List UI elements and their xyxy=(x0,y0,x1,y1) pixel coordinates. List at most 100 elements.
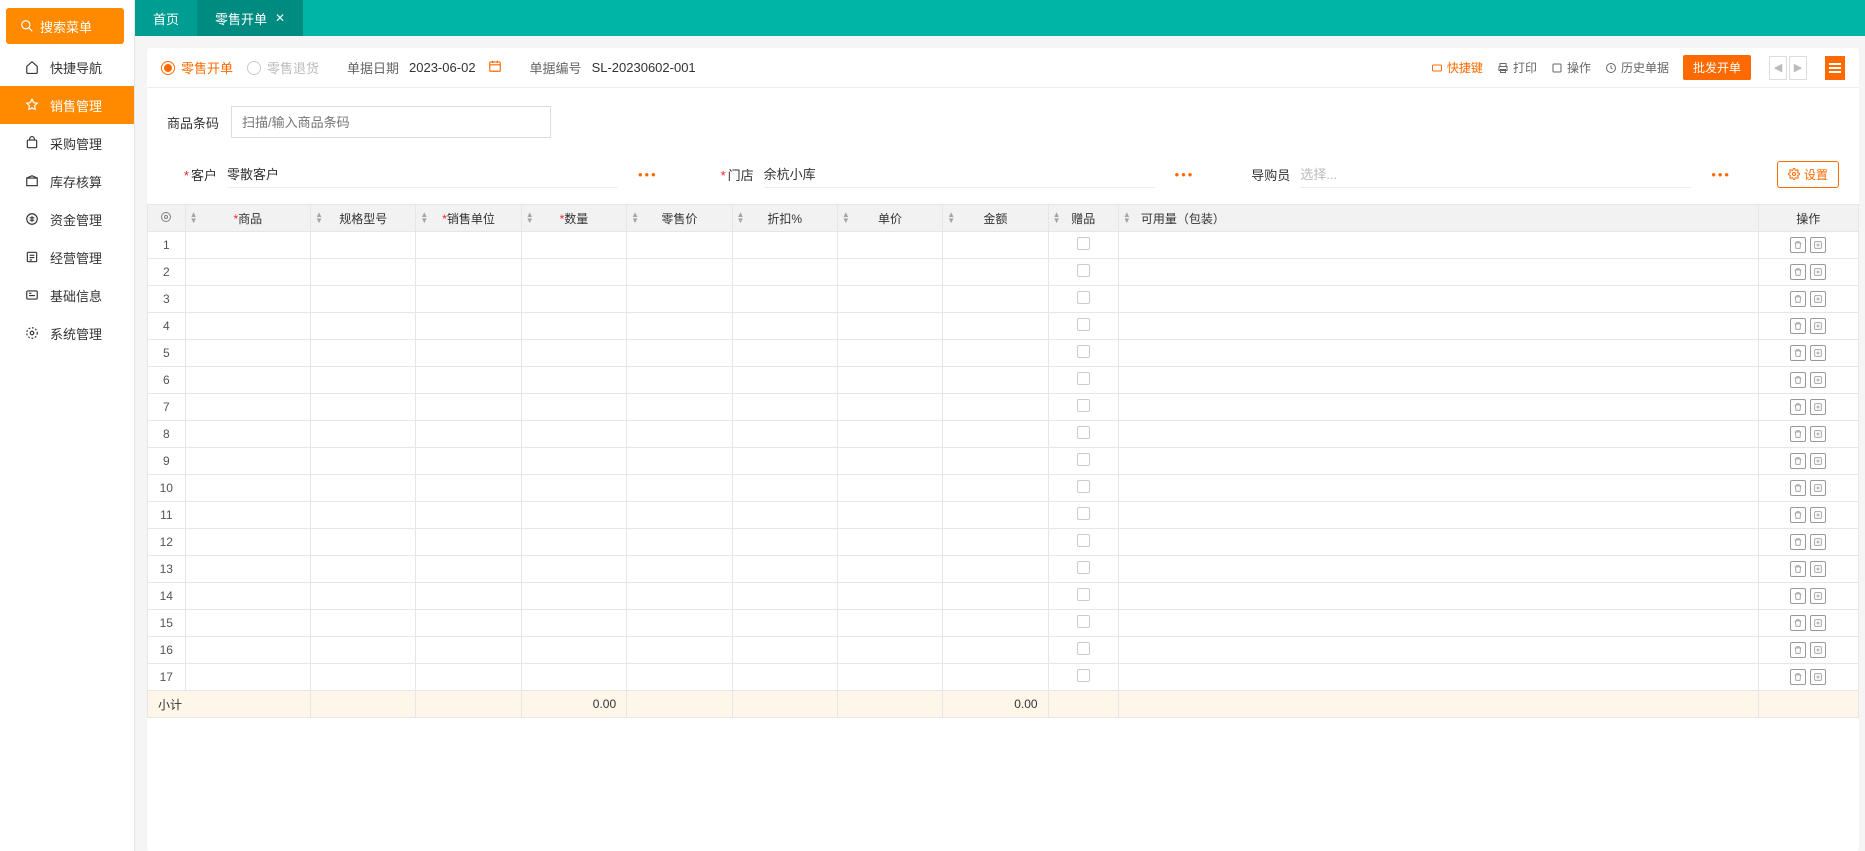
history-link[interactable]: 历史单据 xyxy=(1605,59,1669,76)
cell-product[interactable] xyxy=(185,502,310,529)
customer-value[interactable]: 零散客户 xyxy=(227,160,618,188)
sidebar-item-stock[interactable]: 库存核算 xyxy=(0,162,134,200)
cell-gift[interactable] xyxy=(1048,313,1118,340)
add-row-icon[interactable] xyxy=(1810,237,1826,253)
cell-disc[interactable] xyxy=(732,583,837,610)
add-row-icon[interactable] xyxy=(1810,588,1826,604)
cell-product[interactable] xyxy=(185,664,310,691)
radio-retail-return[interactable]: 零售退货 xyxy=(247,58,319,77)
cell-product[interactable] xyxy=(185,448,310,475)
cell-qty[interactable] xyxy=(521,394,626,421)
col-product[interactable]: ▲▼*商品 xyxy=(185,205,310,232)
delete-row-icon[interactable] xyxy=(1790,345,1806,361)
cell-price[interactable] xyxy=(627,448,732,475)
cell-qty[interactable] xyxy=(521,448,626,475)
cell-gift[interactable] xyxy=(1048,340,1118,367)
cell-product[interactable] xyxy=(185,394,310,421)
table-row[interactable]: 15 xyxy=(148,610,1859,637)
cell-gift[interactable] xyxy=(1048,367,1118,394)
cell-product[interactable] xyxy=(185,367,310,394)
delete-row-icon[interactable] xyxy=(1790,399,1806,415)
cell-spec[interactable] xyxy=(311,340,416,367)
settings-button[interactable]: 设置 xyxy=(1777,161,1839,188)
cell-price[interactable] xyxy=(627,610,732,637)
cell-product[interactable] xyxy=(185,556,310,583)
cell-qty[interactable] xyxy=(521,475,626,502)
cell-qty[interactable] xyxy=(521,367,626,394)
cell-qty[interactable] xyxy=(521,421,626,448)
add-row-icon[interactable] xyxy=(1810,669,1826,685)
cell-unit[interactable] xyxy=(416,664,521,691)
delete-row-icon[interactable] xyxy=(1790,426,1806,442)
nav-prev-button[interactable]: ◀ xyxy=(1769,56,1787,80)
col-amt[interactable]: ▲▼金额 xyxy=(943,205,1048,232)
add-row-icon[interactable] xyxy=(1810,264,1826,280)
cell-qty[interactable] xyxy=(521,259,626,286)
calendar-icon[interactable] xyxy=(488,59,502,76)
delete-row-icon[interactable] xyxy=(1790,615,1806,631)
checkbox-icon[interactable] xyxy=(1077,453,1090,466)
cell-gift[interactable] xyxy=(1048,394,1118,421)
cell-gift[interactable] xyxy=(1048,664,1118,691)
print-link[interactable]: 打印 xyxy=(1497,59,1537,76)
cell-qty[interactable] xyxy=(521,340,626,367)
cell-disc[interactable] xyxy=(732,529,837,556)
cell-avail[interactable] xyxy=(1118,502,1758,529)
cell-spec[interactable] xyxy=(311,394,416,421)
checkbox-icon[interactable] xyxy=(1077,291,1090,304)
cell-uprice[interactable] xyxy=(837,556,942,583)
list-toggle-button[interactable] xyxy=(1825,56,1845,80)
cell-price[interactable] xyxy=(627,664,732,691)
checkbox-icon[interactable] xyxy=(1077,372,1090,385)
cell-avail[interactable] xyxy=(1118,421,1758,448)
cell-gift[interactable] xyxy=(1048,232,1118,259)
cell-price[interactable] xyxy=(627,556,732,583)
cell-qty[interactable] xyxy=(521,637,626,664)
table-row[interactable]: 7 xyxy=(148,394,1859,421)
cell-gift[interactable] xyxy=(1048,637,1118,664)
cell-unit[interactable] xyxy=(416,529,521,556)
store-more-icon[interactable]: ••• xyxy=(1169,167,1201,182)
add-row-icon[interactable] xyxy=(1810,318,1826,334)
sidebar-item-purchase[interactable]: 采购管理 xyxy=(0,124,134,162)
guide-more-icon[interactable]: ••• xyxy=(1705,167,1737,182)
add-row-icon[interactable] xyxy=(1810,345,1826,361)
col-qty[interactable]: ▲▼*数量 xyxy=(521,205,626,232)
table-row[interactable]: 14 xyxy=(148,583,1859,610)
sidebar-item-home[interactable]: 快捷导航 xyxy=(0,48,134,86)
cell-uprice[interactable] xyxy=(837,259,942,286)
cell-price[interactable] xyxy=(627,529,732,556)
delete-row-icon[interactable] xyxy=(1790,561,1806,577)
cell-avail[interactable] xyxy=(1118,475,1758,502)
checkbox-icon[interactable] xyxy=(1077,426,1090,439)
col-gear[interactable] xyxy=(148,205,186,232)
checkbox-icon[interactable] xyxy=(1077,534,1090,547)
add-row-icon[interactable] xyxy=(1810,372,1826,388)
cell-spec[interactable] xyxy=(311,448,416,475)
bulk-order-button[interactable]: 批发开单 xyxy=(1683,55,1751,80)
cell-unit[interactable] xyxy=(416,610,521,637)
cell-gift[interactable] xyxy=(1048,421,1118,448)
add-row-icon[interactable] xyxy=(1810,291,1826,307)
checkbox-icon[interactable] xyxy=(1077,318,1090,331)
cell-uprice[interactable] xyxy=(837,610,942,637)
cell-product[interactable] xyxy=(185,529,310,556)
cell-qty[interactable] xyxy=(521,502,626,529)
cell-avail[interactable] xyxy=(1118,529,1758,556)
checkbox-icon[interactable] xyxy=(1077,561,1090,574)
cell-amt[interactable] xyxy=(943,637,1048,664)
cell-spec[interactable] xyxy=(311,421,416,448)
cell-amt[interactable] xyxy=(943,610,1048,637)
add-row-icon[interactable] xyxy=(1810,642,1826,658)
cell-disc[interactable] xyxy=(732,556,837,583)
cell-gift[interactable] xyxy=(1048,286,1118,313)
cell-price[interactable] xyxy=(627,502,732,529)
cell-unit[interactable] xyxy=(416,286,521,313)
cell-price[interactable] xyxy=(627,232,732,259)
add-row-icon[interactable] xyxy=(1810,399,1826,415)
cell-disc[interactable] xyxy=(732,367,837,394)
cell-product[interactable] xyxy=(185,313,310,340)
delete-row-icon[interactable] xyxy=(1790,534,1806,550)
checkbox-icon[interactable] xyxy=(1077,237,1090,250)
cell-qty[interactable] xyxy=(521,286,626,313)
